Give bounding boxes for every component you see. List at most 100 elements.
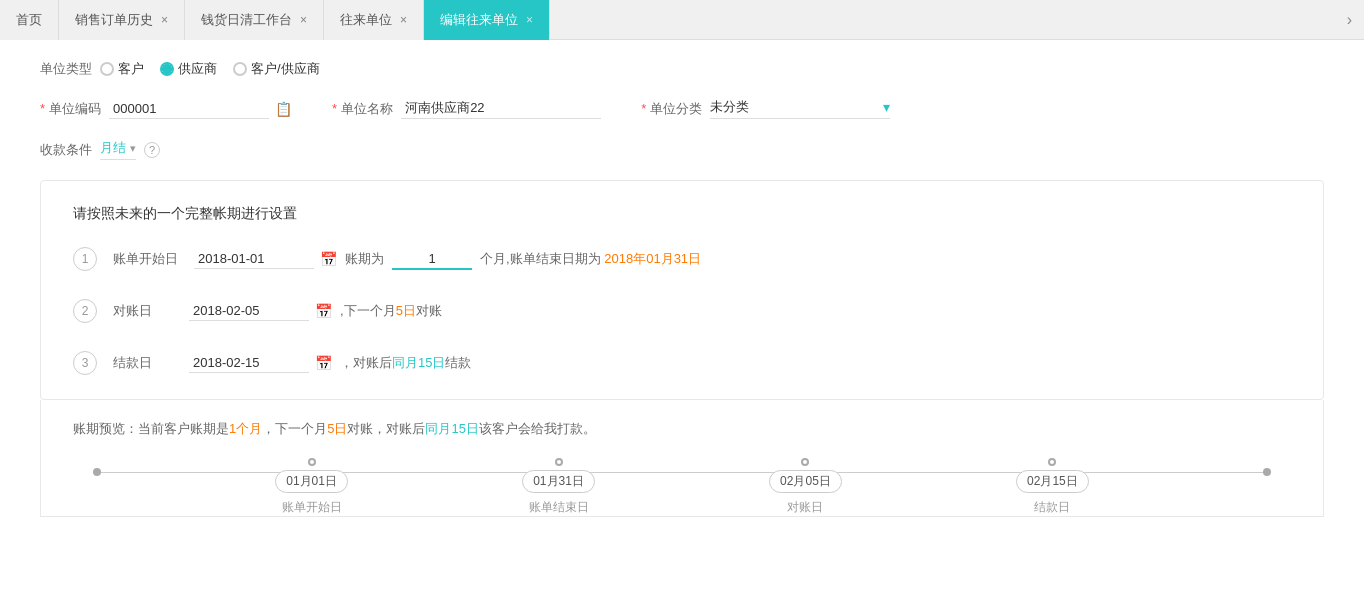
unit-code-label: 单位编码 — [49, 100, 101, 118]
tab-edit-label: 编辑往来单位 — [440, 11, 518, 29]
step-num-2: 2 — [73, 299, 97, 323]
period-row3-suffix: ，对账后同月15日结款 — [340, 354, 471, 372]
period-unit-text: 个月,账单结束日期为 2018年01月31日 — [480, 250, 701, 268]
period-field-label-2: 对账日 — [113, 302, 173, 320]
timeline-badge-1: 01月01日 — [275, 470, 348, 493]
timeline-point-2: 01月31日 账单结束日 — [522, 458, 595, 516]
period-start-date-input[interactable] — [194, 249, 314, 269]
timeline-dot-4 — [1048, 458, 1056, 466]
preview-part3: 同月15日 — [425, 421, 478, 436]
period-end-date-highlight: 2018年01月31日 — [604, 251, 701, 266]
period-verify-day-highlight: 5日 — [396, 303, 416, 318]
unit-code-input[interactable] — [109, 99, 269, 119]
period-field-label-1: 账单开始日 — [113, 250, 178, 268]
payment-terms-row: 收款条件 月结 ▾ ? — [40, 139, 1324, 160]
period-payment-day-highlight: 同月15日 — [392, 355, 445, 370]
radio-both[interactable]: 客户/供应商 — [233, 60, 320, 78]
tab-edit-partner[interactable]: 编辑往来单位 × — [424, 0, 550, 40]
tab-home-label: 首页 — [16, 11, 42, 29]
tab-partner-units[interactable]: 往来单位 × — [324, 0, 424, 40]
preview-prefix: 账期预览：当前客户账期是 — [73, 421, 229, 436]
preview-part2: 5日 — [327, 421, 347, 436]
unit-code-star: * — [40, 101, 45, 116]
main-content: 单位类型 客户 供应商 客户/供应商 * 单位编码 — [0, 40, 1364, 608]
timeline-start-dot — [93, 468, 101, 476]
step-num-1: 1 — [73, 247, 97, 271]
tab-partner-close[interactable]: × — [400, 13, 407, 27]
timeline-dot-2 — [555, 458, 563, 466]
tab-cash-close[interactable]: × — [300, 13, 307, 27]
tab-partner-label: 往来单位 — [340, 11, 392, 29]
radio-both-circle — [233, 62, 247, 76]
timeline-wrapper: 01月01日 账单开始日 01月31日 账单结束日 02月05日 对账日 — [73, 458, 1291, 516]
tab-sales-close[interactable]: × — [161, 13, 168, 27]
tab-cash-ledger[interactable]: 钱货日清工作台 × — [185, 0, 324, 40]
period-card: 请按照未来的一个完整帐期进行设置 1 账单开始日 📅 账期为 个月,账单结束日期… — [40, 180, 1324, 400]
unit-type-label: 单位类型 — [40, 60, 92, 78]
period-row-2: 2 对账日 📅 ,下一个月5日对账 — [73, 299, 1291, 323]
timeline-points: 01月01日 账单开始日 01月31日 账单结束日 02月05日 对账日 — [93, 458, 1271, 516]
period-start-calendar-icon[interactable]: 📅 — [320, 251, 337, 267]
timeline-point-4: 02月15日 结款日 — [1016, 458, 1089, 516]
timeline-line — [93, 472, 1271, 473]
radio-supplier[interactable]: 供应商 — [160, 60, 217, 78]
tab-sales-label: 销售订单历史 — [75, 11, 153, 29]
timeline-dot-3 — [801, 458, 809, 466]
unit-name-label: 单位名称 — [341, 100, 393, 118]
period-payment-calendar-icon[interactable]: 📅 — [315, 355, 332, 371]
period-card-title: 请按照未来的一个完整帐期进行设置 — [73, 205, 1291, 223]
radio-customer-label: 客户 — [118, 60, 144, 78]
unit-type-row: 单位类型 客户 供应商 客户/供应商 — [40, 60, 1324, 78]
step-num-3: 3 — [73, 351, 97, 375]
tab-edit-close[interactable]: × — [526, 13, 533, 27]
timeline-dot-1 — [308, 458, 316, 466]
tab-cash-label: 钱货日清工作台 — [201, 11, 292, 29]
preview-text: 账期预览：当前客户账期是1个月，下一个月5日对账，对账后同月15日该客户会给我打… — [73, 420, 1291, 438]
radio-customer-circle — [100, 62, 114, 76]
timeline-point-3: 02月05日 对账日 — [769, 458, 842, 516]
unit-name-input[interactable] — [401, 99, 601, 119]
period-field-label-3: 结款日 — [113, 354, 173, 372]
tab-more-button[interactable]: › — [1335, 11, 1364, 29]
tab-sales-order-history[interactable]: 销售订单历史 × — [59, 0, 185, 40]
unit-name-star: * — [332, 101, 337, 116]
timeline-label-4: 结款日 — [1034, 499, 1070, 516]
period-payment-date-input[interactable] — [189, 353, 309, 373]
payment-terms-value: 月结 — [100, 139, 126, 157]
timeline-label-3: 对账日 — [787, 499, 823, 516]
radio-both-label: 客户/供应商 — [251, 60, 320, 78]
radio-customer[interactable]: 客户 — [100, 60, 144, 78]
payment-terms-help-icon[interactable]: ? — [144, 142, 160, 158]
unit-category-select[interactable]: 未分类 ▾ — [710, 98, 890, 119]
unit-code-group: * 单位编码 📋 — [40, 99, 292, 119]
unit-category-star: * — [641, 101, 646, 116]
radio-supplier-label: 供应商 — [178, 60, 217, 78]
unit-category-label: 单位分类 — [650, 100, 702, 118]
payment-terms-chevron-icon: ▾ — [130, 142, 136, 155]
unit-category-group: * 单位分类 未分类 ▾ — [641, 98, 890, 119]
preview-section: 账期预览：当前客户账期是1个月，下一个月5日对账，对账后同月15日该客户会给我打… — [40, 400, 1324, 517]
radio-supplier-circle — [160, 62, 174, 76]
tab-home[interactable]: 首页 — [0, 0, 59, 40]
timeline-label-2: 账单结束日 — [529, 499, 589, 516]
payment-terms-select[interactable]: 月结 ▾ — [100, 139, 136, 160]
unit-category-value: 未分类 — [710, 98, 883, 116]
preview-sep1: ，下一个月 — [262, 421, 327, 436]
period-text-1: 账期为 — [345, 250, 384, 268]
period-verify-date-input[interactable] — [189, 301, 309, 321]
unit-type-radios: 客户 供应商 客户/供应商 — [100, 60, 320, 78]
period-verify-calendar-icon[interactable]: 📅 — [315, 303, 332, 319]
timeline-badge-3: 02月05日 — [769, 470, 842, 493]
preview-part1: 1个月 — [229, 421, 262, 436]
timeline-end — [1263, 458, 1271, 476]
category-chevron-icon: ▾ — [883, 99, 890, 115]
payment-terms-group: 收款条件 月结 ▾ ? — [40, 139, 160, 160]
timeline-point-1: 01月01日 账单开始日 — [275, 458, 348, 516]
period-months-input[interactable] — [392, 249, 472, 270]
period-row2-suffix: ,下一个月5日对账 — [340, 302, 442, 320]
unit-code-copy-icon[interactable]: 📋 — [275, 101, 292, 117]
timeline-badge-4: 02月15日 — [1016, 470, 1089, 493]
unit-type-group: 单位类型 客户 供应商 客户/供应商 — [40, 60, 320, 78]
period-row-1: 1 账单开始日 📅 账期为 个月,账单结束日期为 2018年01月31日 — [73, 247, 1291, 271]
unit-name-group: * 单位名称 — [332, 99, 601, 119]
